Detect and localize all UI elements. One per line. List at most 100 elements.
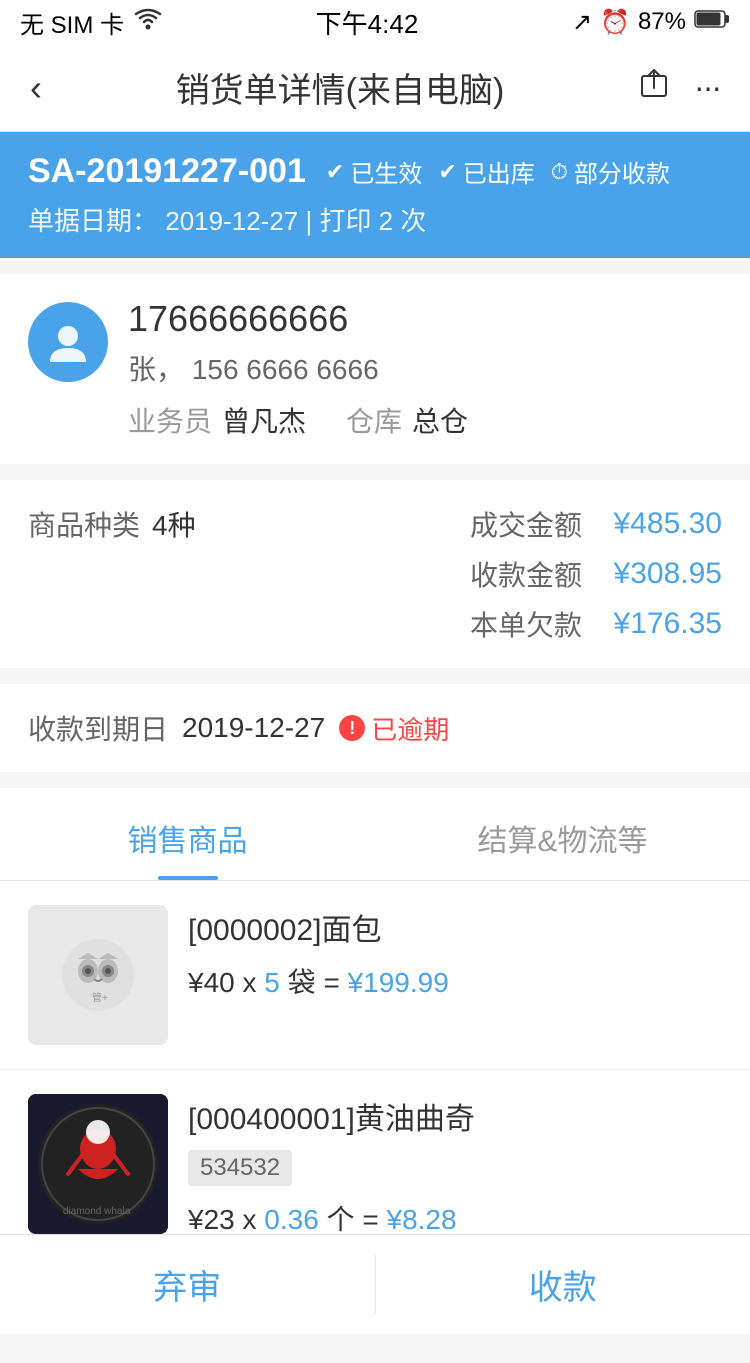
status-bar: 无 SIM 卡 下午4:42 ↗ ⏰ 87% bbox=[0, 0, 750, 44]
product-thumbnail-1: 管+ bbox=[28, 905, 168, 1045]
tab-settlement[interactable]: 结算&物流等 bbox=[375, 788, 750, 880]
customer-phone-number: 156 6666 6666 bbox=[192, 354, 379, 385]
badge-shipped-label: 已出库 bbox=[463, 154, 535, 189]
collected-value: ¥308.95 bbox=[602, 557, 722, 591]
overdue-label: 已逾期 bbox=[371, 710, 449, 747]
salesman-label: 业务员 bbox=[128, 400, 212, 440]
banner-row1: SA-20191227-001 ✔ 已生效 ✔ 已出库 ⏱ 部分收款 bbox=[28, 152, 722, 191]
products-section: 管+ [0000002]面包 ¥40 x 5 袋 = ¥199.99 bbox=[0, 881, 750, 1263]
product-unit-1: 袋 bbox=[288, 967, 316, 998]
product-info-1: [0000002]面包 ¥40 x 5 袋 = ¥199.99 bbox=[188, 905, 722, 1001]
battery-text: 87% bbox=[638, 8, 686, 36]
order-id: SA-20191227-001 bbox=[28, 152, 306, 191]
stats-left: 商品种类 4种 bbox=[28, 504, 196, 544]
product-total-1: ¥199.99 bbox=[348, 967, 449, 998]
order-date: 2019-12-27 bbox=[165, 206, 298, 236]
back-button[interactable]: ‹ bbox=[30, 67, 42, 109]
banner-badges: ✔ 已生效 ✔ 已出库 ⏱ 部分收款 bbox=[326, 154, 670, 189]
overdue-badge: ! 已逾期 bbox=[339, 710, 449, 747]
header-banner: SA-20191227-001 ✔ 已生效 ✔ 已出库 ⏱ 部分收款 单据日期：… bbox=[0, 132, 750, 258]
carrier-text: 无 SIM 卡 bbox=[20, 5, 124, 40]
status-time: 下午4:42 bbox=[316, 4, 419, 41]
badge-partial-label: 部分收款 bbox=[574, 154, 670, 189]
warehouse-label: 仓库 bbox=[346, 400, 402, 440]
alarm-icon: ⏰ bbox=[600, 8, 630, 37]
location-icon: ↗ bbox=[572, 8, 592, 37]
product-thumbnail-2: diamond whala bbox=[28, 1094, 168, 1234]
svg-text:diamond whala: diamond whala bbox=[63, 1206, 131, 1217]
product-quantity-1: 5 bbox=[264, 967, 280, 998]
collect-button[interactable]: 收款 bbox=[376, 1235, 750, 1334]
product-name-2: [000400001]黄油曲奇 bbox=[188, 1094, 722, 1138]
deal-amount-value: ¥485.30 bbox=[602, 507, 722, 541]
product-unit-2: 个 bbox=[327, 1204, 355, 1235]
product-quantity-2: 0.36 bbox=[264, 1204, 319, 1235]
salesman-item: 业务员 曾凡杰 bbox=[128, 400, 306, 440]
check-icon-1: ✔ bbox=[326, 159, 344, 185]
customer-name-text: 张， bbox=[128, 354, 184, 385]
debt-row: 本单欠款 ¥176.35 bbox=[462, 604, 722, 644]
debt-value: ¥176.35 bbox=[602, 607, 722, 641]
cancel-label: 弃审 bbox=[153, 1260, 221, 1309]
tabs: 销售商品 结算&物流等 bbox=[0, 788, 750, 880]
collected-row: 收款金额 ¥308.95 bbox=[462, 554, 722, 594]
salesman-value: 曾凡杰 bbox=[222, 400, 306, 440]
wifi-icon bbox=[134, 8, 162, 37]
badge-effective-label: 已生效 bbox=[350, 154, 422, 189]
product-info-2: [000400001]黄油曲奇 534532 ¥23 x 0.36 个 = ¥8… bbox=[188, 1094, 722, 1238]
date-label: 单据日期： bbox=[28, 206, 158, 236]
deal-amount-label: 成交金额 bbox=[462, 504, 582, 544]
collected-label: 收款金额 bbox=[462, 554, 582, 594]
deal-amount-row: 成交金额 ¥485.30 bbox=[462, 504, 722, 544]
bottom-action-bar: 弃审 收款 bbox=[0, 1234, 750, 1334]
customer-id: 17666666666 bbox=[128, 298, 722, 340]
share-icon[interactable] bbox=[638, 68, 670, 107]
product-equals-2: = bbox=[362, 1204, 386, 1235]
warehouse-value: 总仓 bbox=[412, 400, 468, 440]
status-left: 无 SIM 卡 bbox=[20, 5, 162, 40]
product-name-1: [0000002]面包 bbox=[188, 905, 722, 949]
debt-label: 本单欠款 bbox=[462, 604, 582, 644]
due-date-value: 2019-12-27 bbox=[182, 712, 325, 744]
tab-products-label: 销售商品 bbox=[128, 825, 248, 858]
stats-section: 商品种类 4种 成交金额 ¥485.30 收款金额 ¥308.95 本单欠款 ¥… bbox=[0, 480, 750, 668]
list-item: 管+ [0000002]面包 ¥40 x 5 袋 = ¥199.99 bbox=[0, 881, 750, 1070]
nav-bar: ‹ 销货单详情(来自电脑) ··· bbox=[0, 44, 750, 132]
tab-products[interactable]: 销售商品 bbox=[0, 788, 375, 880]
cancel-button[interactable]: 弃审 bbox=[0, 1235, 375, 1334]
more-icon[interactable]: ··· bbox=[694, 69, 720, 106]
battery-icon bbox=[694, 8, 730, 36]
page-title: 销货单详情(来自电脑) bbox=[176, 63, 505, 112]
svg-text:管+: 管+ bbox=[92, 991, 108, 1004]
due-section: 收款到期日 2019-12-27 ! 已逾期 bbox=[0, 684, 750, 772]
customer-meta: 业务员 曾凡杰 仓库 总仓 bbox=[128, 400, 722, 440]
banner-date-row: 单据日期： 2019-12-27 | 打印 2 次 bbox=[28, 201, 722, 238]
product-unit-price-2: ¥23 bbox=[188, 1204, 235, 1235]
product-unit-price-1: ¥40 bbox=[188, 967, 235, 998]
due-label: 收款到期日 bbox=[28, 708, 168, 748]
product-price-row-2: ¥23 x 0.36 个 = ¥8.28 bbox=[188, 1198, 722, 1238]
overdue-icon: ! bbox=[339, 715, 365, 741]
clock-icon: ⏱ bbox=[551, 159, 568, 185]
product-tag-2: 534532 bbox=[188, 1150, 292, 1186]
product-equals-1: = bbox=[323, 967, 347, 998]
nav-actions: ··· bbox=[638, 68, 720, 107]
badge-effective: ✔ 已生效 bbox=[326, 154, 422, 189]
status-right: ↗ ⏰ 87% bbox=[572, 8, 730, 37]
tab-settlement-label: 结算&物流等 bbox=[477, 825, 647, 858]
collect-label: 收款 bbox=[529, 1260, 597, 1309]
product-multiply-1: x bbox=[243, 967, 265, 998]
check-icon-2: ✔ bbox=[438, 159, 456, 185]
category-label: 商品种类 bbox=[28, 504, 140, 544]
product-total-2: ¥8.28 bbox=[387, 1204, 457, 1235]
category-count: 4种 bbox=[152, 504, 196, 544]
badge-shipped: ✔ 已出库 bbox=[438, 154, 534, 189]
print-info: | 打印 2 次 bbox=[305, 206, 426, 236]
warehouse-item: 仓库 总仓 bbox=[346, 400, 468, 440]
customer-phone: 张， 156 6666 6666 bbox=[128, 348, 722, 388]
avatar bbox=[28, 302, 108, 382]
stats-right: 成交金额 ¥485.30 收款金额 ¥308.95 本单欠款 ¥176.35 bbox=[462, 504, 722, 644]
customer-section: 17666666666 张， 156 6666 6666 业务员 曾凡杰 仓库 … bbox=[0, 274, 750, 464]
badge-partial: ⏱ 部分收款 bbox=[551, 154, 670, 189]
customer-info: 17666666666 张， 156 6666 6666 业务员 曾凡杰 仓库 … bbox=[128, 298, 722, 440]
